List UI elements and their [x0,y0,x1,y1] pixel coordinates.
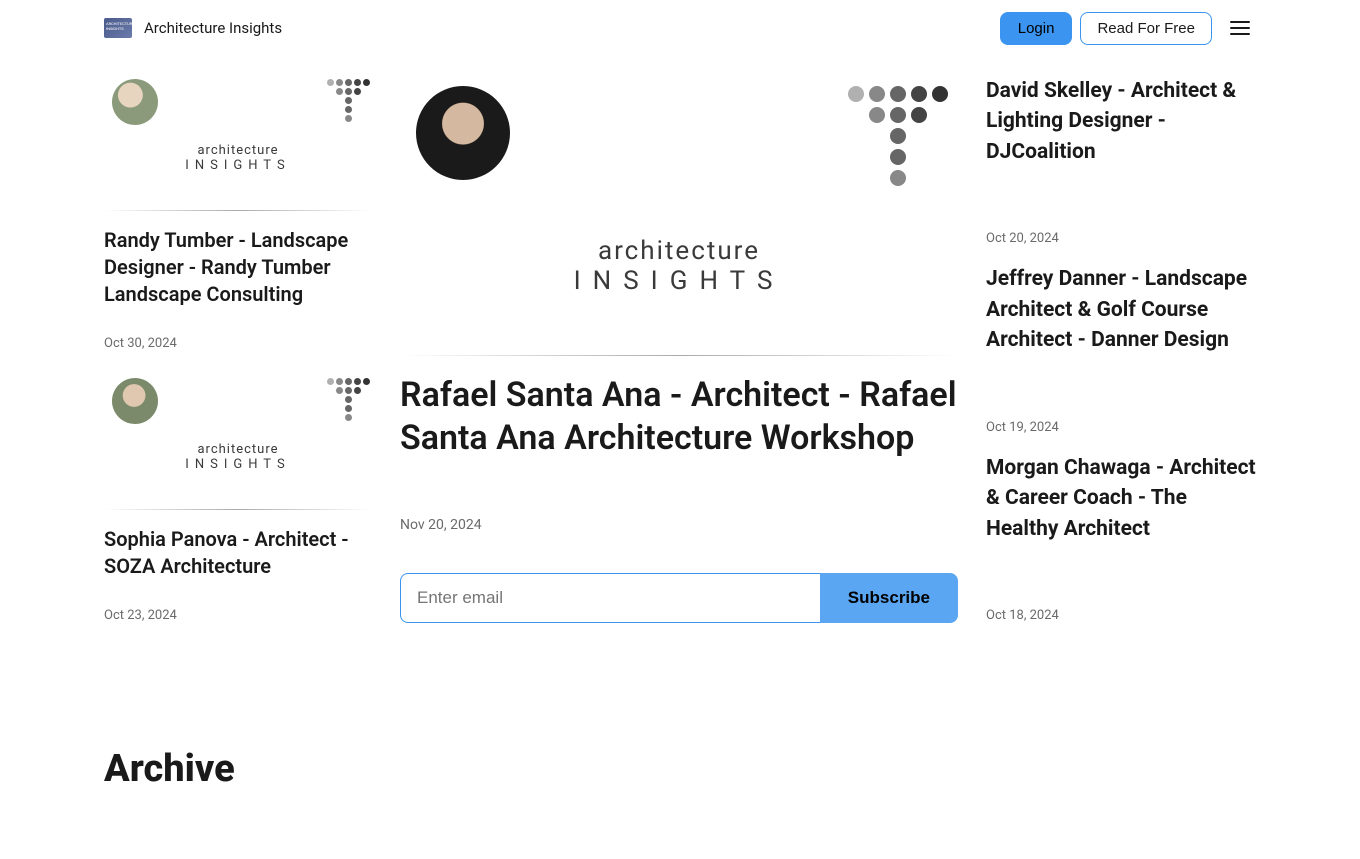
article-title[interactable]: Randy Tumber - Landscape Designer - Rand… [104,227,372,308]
article-card[interactable]: Morgan Chawaga - Architect & Career Coac… [986,435,1256,623]
article-title[interactable]: Sophia Panova - Architect - SOZA Archite… [104,526,372,580]
article-date: Oct 19, 2024 [986,420,1256,435]
article-image: architecture INSIGHTS [400,76,958,355]
header-left: Architecture Insights [104,18,282,38]
article-date: Oct 23, 2024 [104,608,372,623]
article-card[interactable]: architecture INSIGHTS Sophia Panova - Ar… [104,375,372,647]
left-column: architecture INSIGHTS Randy Tumber - Lan… [104,76,372,647]
site-title[interactable]: Architecture Insights [144,19,282,37]
archive-section: Archive [0,647,1360,831]
header-right: Login Read For Free [1000,12,1256,45]
brand-wordmark: architecture INSIGHTS [185,442,290,472]
article-date: Nov 20, 2024 [400,517,958,533]
author-avatar [416,86,510,180]
right-column: David Skelley - Architect & Lighting Des… [986,76,1256,647]
subscribe-button[interactable]: Subscribe [820,573,958,623]
article-image: architecture INSIGHTS [104,76,372,210]
article-date: Oct 20, 2024 [986,231,1256,246]
article-date: Oct 18, 2024 [986,608,1256,623]
main-content: architecture INSIGHTS Randy Tumber - Lan… [0,56,1360,647]
read-for-free-button[interactable]: Read For Free [1080,12,1212,45]
article-date: Oct 30, 2024 [104,336,372,351]
menu-button[interactable] [1224,15,1256,41]
brand-dots-icon [327,79,370,122]
center-column: architecture INSIGHTS Rafael Santa Ana -… [400,76,958,647]
brand-dots-icon [327,378,370,421]
divider [104,210,372,211]
email-input[interactable] [400,573,820,623]
brand-dots-icon [848,86,948,186]
author-avatar [112,378,158,424]
divider [400,355,958,356]
site-header: Architecture Insights Login Read For Fre… [0,0,1360,56]
brand-wordmark: architecture INSIGHTS [185,143,290,173]
article-title[interactable]: Jeffrey Danner - Landscape Architect & G… [986,264,1256,355]
article-card[interactable]: David Skelley - Architect & Lighting Des… [986,76,1256,246]
featured-article-card[interactable]: architecture INSIGHTS Rafael Santa Ana -… [400,76,958,533]
login-button[interactable]: Login [1000,12,1073,45]
article-title[interactable]: Morgan Chawaga - Architect & Career Coac… [986,453,1256,544]
site-logo-icon[interactable] [104,18,132,38]
article-image: architecture INSIGHTS [104,375,372,509]
archive-heading: Archive [104,747,1256,791]
article-card[interactable]: Jeffrey Danner - Landscape Architect & G… [986,246,1256,434]
article-card[interactable]: architecture INSIGHTS Randy Tumber - Lan… [104,76,372,375]
article-title[interactable]: David Skelley - Architect & Lighting Des… [986,76,1256,167]
article-title[interactable]: Rafael Santa Ana - Architect - Rafael Sa… [400,374,958,459]
divider [104,509,372,510]
brand-wordmark: architecture INSIGHTS [574,236,785,296]
author-avatar [112,79,158,125]
hamburger-icon [1230,21,1250,35]
subscribe-form: Subscribe [400,573,958,623]
